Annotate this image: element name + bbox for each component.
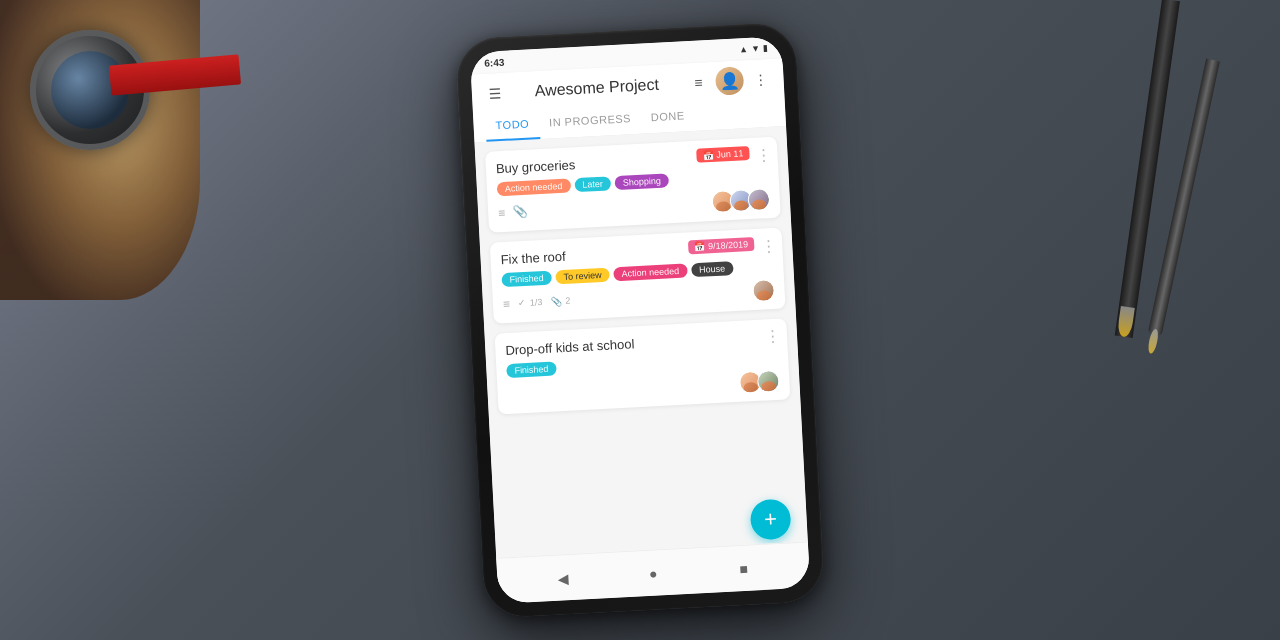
task-date: Jun 11 — [716, 148, 744, 159]
task-actions: ≡ ✓ 1/3 📎 2 — [503, 294, 571, 312]
description-icon[interactable]: ≡ — [498, 206, 506, 220]
tag-action-needed[interactable]: Action needed — [613, 263, 687, 281]
back-button[interactable]: ◀ — [553, 568, 572, 587]
task-card[interactable]: 📅 9/18/2019 ⋮ Fix the roof Finished To r… — [490, 227, 786, 323]
app-title: Awesome Project — [505, 74, 688, 102]
assignee-avatar — [747, 188, 770, 211]
assignee-avatar — [757, 370, 780, 393]
tab-todo[interactable]: TODO — [485, 111, 540, 142]
task-date-badge: 📅 Jun 11 — [696, 146, 750, 163]
task-more-icon[interactable]: ⋮ — [765, 327, 782, 347]
wifi-icon: ▼ — [751, 43, 760, 53]
task-assignees — [752, 279, 775, 302]
tab-in-progress[interactable]: IN PROGRESS — [539, 106, 642, 139]
user-avatar[interactable] — [715, 66, 744, 95]
attachment-icon[interactable]: 📎 — [513, 205, 529, 220]
subtask-count: 1/3 — [530, 297, 543, 308]
battery-icon: ▮ — [763, 43, 769, 53]
tag-finished[interactable]: Finished — [501, 271, 552, 288]
subtask-info: ✓ 1/3 — [518, 297, 543, 308]
description-icon[interactable]: ≡ — [503, 297, 511, 311]
task-actions: ≡ 📎 — [498, 205, 529, 221]
task-card[interactable]: 📅 Jun 11 ⋮ Buy groceries Action needed L… — [485, 137, 781, 233]
task-card[interactable]: ⋮ Drop-off kids at school Finished — [495, 318, 791, 414]
task-date: 9/18/2019 — [708, 239, 749, 251]
recent-apps-button[interactable]: ■ — [734, 559, 753, 578]
assignee-avatar — [752, 279, 775, 302]
task-date-badge: 📅 9/18/2019 — [688, 237, 755, 254]
tag-house[interactable]: House — [691, 261, 734, 277]
menu-icon[interactable]: ☰ — [483, 82, 506, 105]
checkmark-icon: ✓ — [518, 298, 527, 308]
phone-frame: 6:43 ▲ ▼ ▮ ☰ Awesome Project ≡ — [455, 22, 825, 619]
status-icons: ▲ ▼ ▮ — [739, 43, 768, 54]
pen-tip — [1117, 306, 1135, 338]
tag-later[interactable]: Later — [574, 176, 611, 192]
status-time: 6:43 — [484, 56, 505, 68]
home-button[interactable]: ● — [644, 564, 663, 583]
calendar-icon: 📅 — [694, 241, 706, 252]
attachment-info: 📎 2 — [550, 296, 571, 307]
attachment-count: 2 — [565, 296, 571, 306]
phone-screen: 6:43 ▲ ▼ ▮ ☰ Awesome Project ≡ — [470, 36, 810, 604]
tab-done[interactable]: DONE — [640, 103, 695, 134]
tag-finished[interactable]: Finished — [506, 361, 557, 378]
tag-to-review[interactable]: To review — [555, 268, 610, 285]
attachment-icon: 📎 — [550, 296, 562, 307]
phone-wrapper: 6:43 ▲ ▼ ▮ ☰ Awesome Project ≡ — [455, 22, 825, 619]
task-assignees — [711, 188, 770, 213]
tag-shopping[interactable]: Shopping — [614, 173, 669, 190]
task-assignees — [739, 370, 780, 394]
signal-icon: ▲ — [739, 44, 748, 54]
camera-decoration — [0, 0, 200, 300]
more-options-icon[interactable]: ⋮ — [749, 68, 772, 91]
calendar-icon: 📅 — [702, 150, 714, 161]
task-more-icon[interactable]: ⋮ — [755, 145, 772, 165]
filter-icon[interactable]: ≡ — [687, 71, 710, 94]
task-more-icon[interactable]: ⋮ — [760, 236, 777, 256]
tag-action-needed[interactable]: Action needed — [497, 178, 571, 196]
